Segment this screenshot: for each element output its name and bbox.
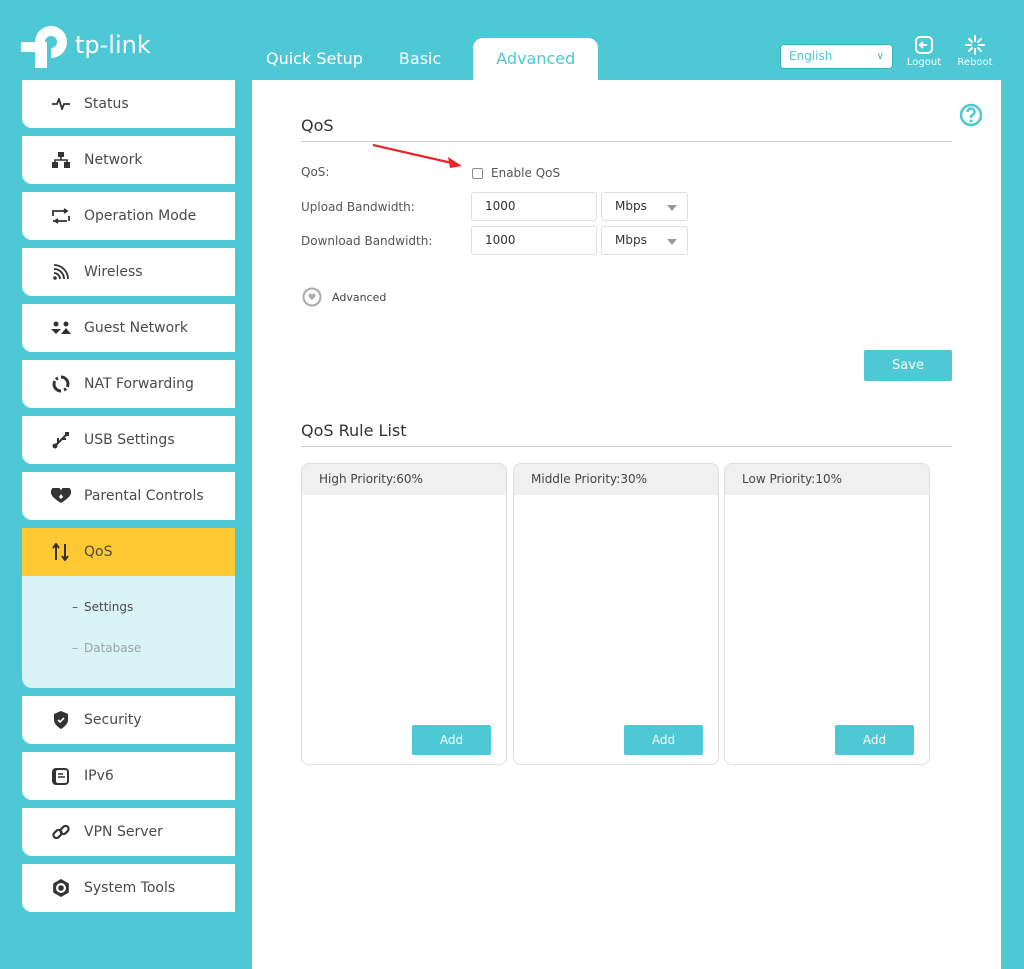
sidebar-item-label: Network	[84, 152, 143, 168]
main-content: QoS QoS: Enable QoS Upload Bandwidth: 10…	[252, 80, 1001, 969]
upload-unit-value: Mbps	[615, 199, 647, 213]
parental-controls-icon	[48, 488, 74, 504]
tab-basic[interactable]: Basic	[381, 38, 459, 80]
logo-text: tp-link	[75, 31, 151, 59]
language-value: English	[789, 49, 833, 63]
download-unit-select[interactable]: Mbps	[601, 226, 688, 255]
submenu-item-database[interactable]: – Database	[22, 641, 235, 682]
link-icon	[48, 823, 74, 841]
sidebar-item-guest-network[interactable]: Guest Network	[22, 304, 235, 352]
nat-forwarding-icon	[48, 375, 74, 393]
sidebar-item-vpn-server[interactable]: VPN Server	[22, 808, 235, 856]
sidebar-item-security[interactable]: Security	[22, 696, 235, 744]
upload-bandwidth-input[interactable]: 1000	[471, 192, 597, 221]
sidebar-item-parental-controls[interactable]: Parental Controls	[22, 472, 235, 520]
tp-link-logo-icon	[21, 26, 67, 68]
ipv6-icon	[48, 766, 74, 786]
sidebar-item-status[interactable]: Status	[22, 80, 235, 128]
sidebar-item-ipv6[interactable]: IPv6	[22, 752, 235, 800]
high-priority-panel: High Priority:60% Add	[301, 463, 507, 765]
sidebar-item-label: USB Settings	[84, 432, 175, 448]
checkbox-box[interactable]	[472, 167, 483, 179]
upload-unit-select[interactable]: Mbps	[601, 192, 688, 221]
sidebar-item-label: Wireless	[84, 264, 143, 280]
advanced-label: Advanced	[332, 290, 387, 304]
chevron-down-icon: ∨	[876, 51, 884, 62]
priority-header: Middle Priority:30%	[514, 464, 718, 495]
sidebar-item-label: System Tools	[84, 880, 176, 896]
add-middle-priority-button[interactable]: Add	[624, 725, 703, 755]
logout-icon	[915, 36, 933, 54]
sidebar-item-label: Status	[84, 96, 129, 112]
sidebar-item-wireless[interactable]: Wireless	[22, 248, 235, 296]
reboot-icon	[965, 35, 985, 55]
enable-qos-checkbox[interactable]: Enable QoS	[472, 166, 560, 180]
usb-icon	[48, 431, 74, 449]
qos-submenu: – Settings – Database	[22, 576, 235, 688]
dash-marker: –	[72, 641, 78, 655]
sidebar-item-label: Operation Mode	[84, 208, 197, 224]
wireless-icon	[48, 264, 74, 280]
reboot-button[interactable]: Reboot	[955, 35, 995, 68]
tab-advanced[interactable]: Advanced	[473, 38, 599, 80]
save-button[interactable]: Save	[864, 350, 952, 381]
sidebar-item-label: Security	[84, 712, 142, 728]
download-unit-value: Mbps	[615, 233, 647, 247]
sidebar-item-usb-settings[interactable]: USB Settings	[22, 416, 235, 464]
middle-priority-panel: Middle Priority:30% Add	[513, 463, 719, 765]
upload-bandwidth-label: Upload Bandwidth:	[301, 200, 415, 214]
language-select[interactable]: English ∨	[780, 44, 893, 69]
top-nav-tabs: Quick Setup Basic Advanced	[248, 38, 599, 80]
sidebar-item-label: Parental Controls	[84, 488, 204, 504]
help-button[interactable]	[959, 103, 983, 131]
status-pulse-icon	[48, 98, 74, 110]
sidebar-item-label: IPv6	[84, 768, 114, 784]
submenu-label: Settings	[84, 600, 134, 614]
operation-mode-icon	[48, 208, 74, 224]
shield-icon	[48, 711, 74, 729]
reboot-label: Reboot	[957, 57, 993, 68]
tab-quick-setup[interactable]: Quick Setup	[248, 38, 381, 80]
help-icon	[959, 103, 983, 127]
dash-marker: –	[72, 600, 78, 614]
gear-icon	[48, 878, 74, 898]
logout-button[interactable]: Logout	[904, 35, 944, 68]
logout-label: Logout	[906, 57, 942, 68]
sidebar-item-nat-forwarding[interactable]: NAT Forwarding	[22, 360, 235, 408]
sidebar-item-qos[interactable]: QoS	[22, 528, 235, 576]
qos-arrows-icon	[48, 543, 74, 561]
section-divider	[301, 446, 952, 447]
expand-circle-icon	[302, 287, 322, 307]
priority-header: High Priority:60%	[302, 464, 506, 495]
low-priority-panel: Low Priority:10% Add	[724, 463, 930, 765]
submenu-item-settings[interactable]: – Settings	[22, 600, 235, 641]
sidebar-item-label: NAT Forwarding	[84, 376, 194, 392]
qos-label: QoS:	[301, 165, 330, 179]
dropdown-arrow-icon	[667, 239, 677, 245]
guest-network-icon	[48, 321, 74, 335]
dropdown-arrow-icon	[667, 205, 677, 211]
sidebar-item-network[interactable]: Network	[22, 136, 235, 184]
submenu-label: Database	[84, 641, 142, 655]
qos-section-title: QoS	[301, 116, 334, 135]
advanced-toggle[interactable]: Advanced	[302, 287, 386, 307]
add-low-priority-button[interactable]: Add	[835, 725, 914, 755]
priority-header: Low Priority:10%	[725, 464, 929, 495]
qos-rule-list-title: QoS Rule List	[301, 421, 407, 440]
download-bandwidth-input[interactable]: 1000	[471, 226, 597, 255]
sidebar-item-label: Guest Network	[84, 320, 189, 336]
annotation-arrow-icon	[372, 143, 462, 168]
tp-link-logo: tp-link	[21, 22, 151, 68]
network-icon	[48, 152, 74, 168]
sidebar-item-label: VPN Server	[84, 824, 163, 840]
add-high-priority-button[interactable]: Add	[412, 725, 491, 755]
sidebar-item-operation-mode[interactable]: Operation Mode	[22, 192, 235, 240]
download-bandwidth-label: Download Bandwidth:	[301, 234, 433, 248]
sidebar: Status Network Operation Mode Wireless G…	[22, 80, 235, 920]
enable-qos-label: Enable QoS	[491, 166, 561, 180]
sidebar-item-system-tools[interactable]: System Tools	[22, 864, 235, 912]
sidebar-item-label: QoS	[84, 544, 113, 560]
